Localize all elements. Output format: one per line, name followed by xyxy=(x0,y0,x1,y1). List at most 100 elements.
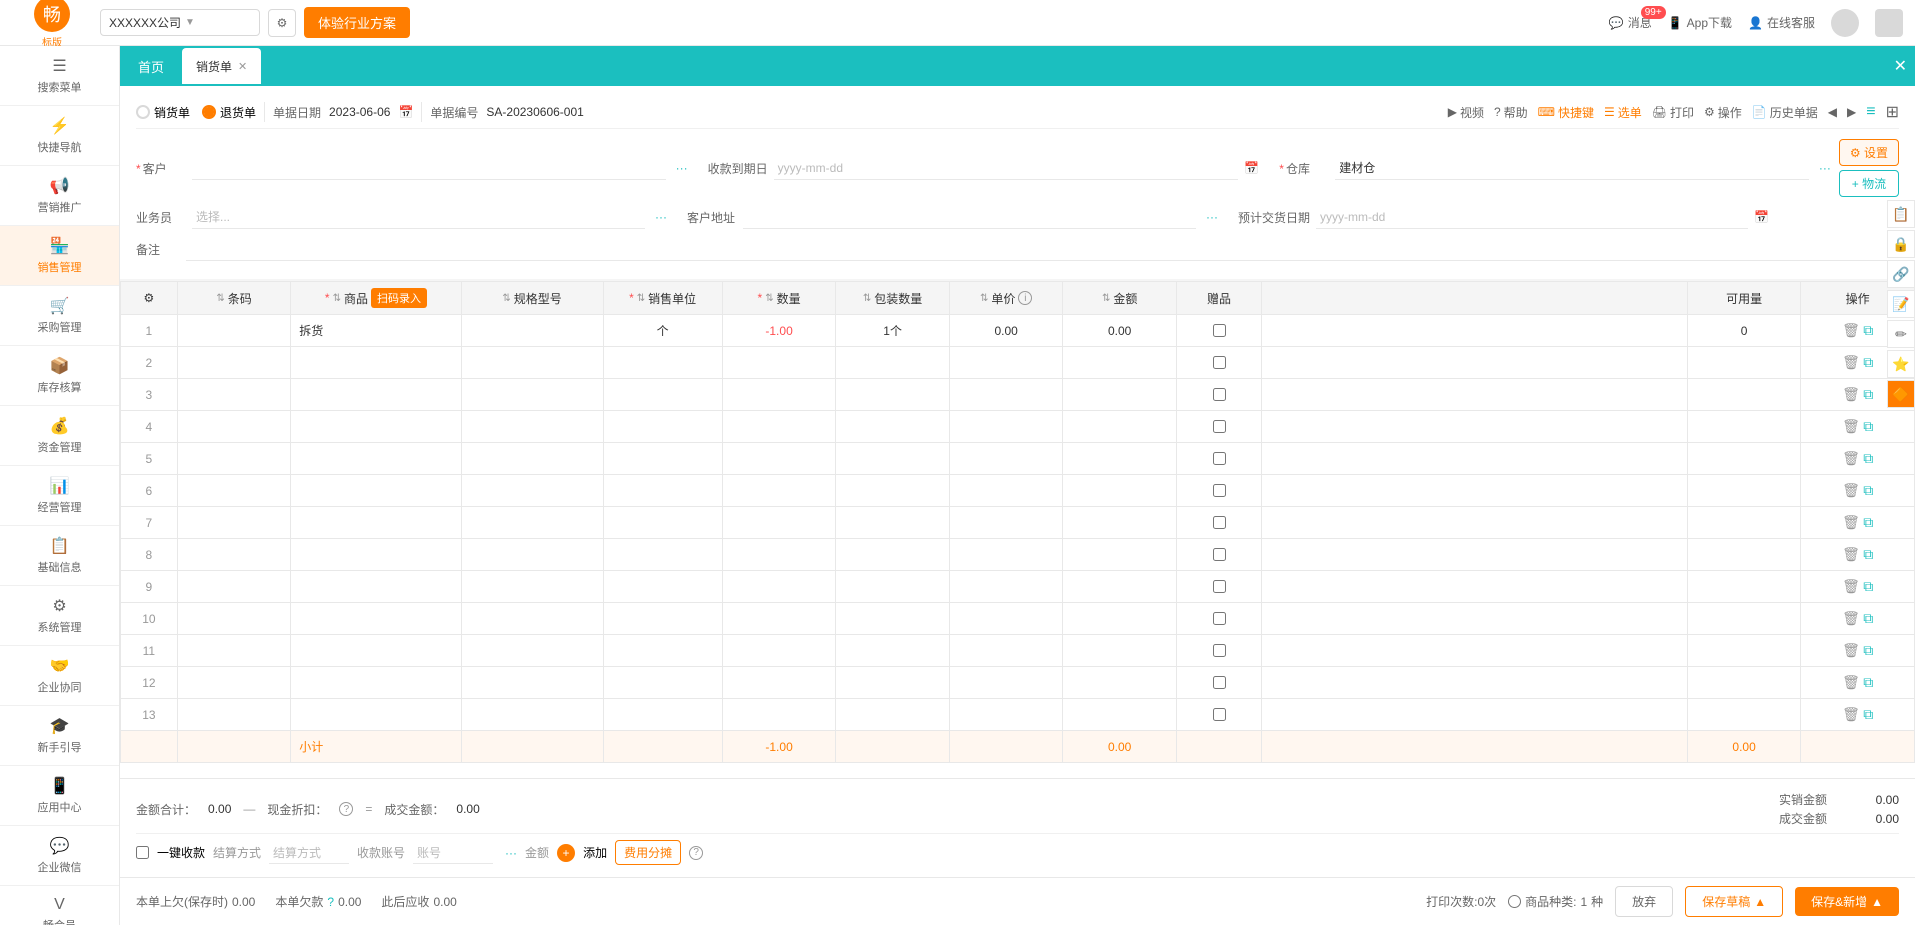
company-selector[interactable]: XXXXXX公司 ▼ xyxy=(100,9,260,36)
cell-spec[interactable] xyxy=(461,315,603,347)
cell-product[interactable] xyxy=(291,507,461,539)
copy-row-icon[interactable]: ⧉ xyxy=(1863,546,1873,562)
gift-checkbox[interactable] xyxy=(1213,580,1226,593)
cell-note[interactable] xyxy=(1262,379,1688,411)
cell-unit[interactable] xyxy=(603,379,722,411)
cell-product[interactable] xyxy=(291,443,461,475)
cell-spec[interactable] xyxy=(461,699,603,731)
tab-home[interactable]: 首页 xyxy=(120,46,182,86)
cell-amount[interactable] xyxy=(1063,507,1177,539)
cell-product[interactable]: 拆货 xyxy=(291,315,461,347)
discard-button[interactable]: 放弃 xyxy=(1615,886,1673,917)
price-info-icon[interactable]: i xyxy=(1018,291,1032,305)
cell-price[interactable] xyxy=(949,539,1063,571)
gift-checkbox[interactable] xyxy=(1213,388,1226,401)
cell-barcode[interactable] xyxy=(177,603,291,635)
cell-barcode[interactable] xyxy=(177,539,291,571)
sidebar-item-collab[interactable]: 🤝 企业协同 xyxy=(0,646,119,706)
toolbar-print-btn[interactable]: 🖨 打印 xyxy=(1652,104,1694,121)
cell-qty[interactable] xyxy=(722,347,836,379)
cell-note[interactable] xyxy=(1262,347,1688,379)
cell-product[interactable] xyxy=(291,347,461,379)
gift-checkbox[interactable] xyxy=(1213,708,1226,721)
cell-spec[interactable] xyxy=(461,635,603,667)
form-logistics-button[interactable]: + 物流 xyxy=(1839,170,1899,197)
cell-gift[interactable] xyxy=(1176,379,1261,411)
expense-info-icon[interactable]: ? xyxy=(689,846,703,860)
expense-split-button[interactable]: 费用分摊 xyxy=(615,840,681,865)
one-click-payment-checkbox[interactable] xyxy=(136,846,149,859)
delete-row-icon[interactable]: 🗑 xyxy=(1842,482,1860,498)
receive-date-input[interactable]: yyyy-mm-dd xyxy=(774,156,1239,180)
cell-product[interactable] xyxy=(291,379,461,411)
cell-note[interactable] xyxy=(1262,507,1688,539)
cell-gift[interactable] xyxy=(1176,315,1261,347)
cell-amount[interactable]: 0.00 xyxy=(1063,315,1177,347)
gift-checkbox[interactable] xyxy=(1213,420,1226,433)
sidebar-item-finance[interactable]: 💰 资金管理 xyxy=(0,406,119,466)
toolbar-view-list[interactable]: ≡ xyxy=(1866,103,1875,121)
cell-spec[interactable] xyxy=(461,507,603,539)
cell-qty[interactable] xyxy=(722,603,836,635)
cell-pack-qty[interactable] xyxy=(836,443,950,475)
delete-row-icon[interactable]: 🗑 xyxy=(1842,418,1860,434)
gift-checkbox[interactable] xyxy=(1213,452,1226,465)
cell-gift[interactable] xyxy=(1176,347,1261,379)
cell-note[interactable] xyxy=(1262,635,1688,667)
sidebar-item-basic[interactable]: 📋 基础信息 xyxy=(0,526,119,586)
cell-barcode[interactable] xyxy=(177,507,291,539)
cell-qty[interactable] xyxy=(722,539,836,571)
cell-price[interactable]: 0.00 xyxy=(949,315,1063,347)
cell-price[interactable] xyxy=(949,475,1063,507)
cell-unit[interactable]: 个 xyxy=(603,315,722,347)
cell-price[interactable] xyxy=(949,667,1063,699)
cell-spec[interactable] xyxy=(461,443,603,475)
delete-row-icon[interactable]: 🗑 xyxy=(1842,354,1860,370)
float-btn-6[interactable]: ⭐ xyxy=(1887,350,1915,378)
toolbar-operation-btn[interactable]: ⚙ 操作 xyxy=(1704,104,1742,121)
cell-unit[interactable] xyxy=(603,539,722,571)
delete-row-icon[interactable]: 🗑 xyxy=(1842,578,1860,594)
avatar[interactable] xyxy=(1831,9,1859,37)
delete-row-icon[interactable]: 🗑 xyxy=(1842,514,1860,530)
settlement-input[interactable]: 结算方式 xyxy=(269,842,349,864)
sort-amount-icon[interactable]: ⇅ xyxy=(1102,293,1110,304)
cell-note[interactable] xyxy=(1262,315,1688,347)
gift-checkbox[interactable] xyxy=(1213,484,1226,497)
sidebar-item-nav[interactable]: ⚡ 快捷导航 xyxy=(0,106,119,166)
cell-unit[interactable] xyxy=(603,667,722,699)
cell-spec[interactable] xyxy=(461,571,603,603)
copy-row-icon[interactable]: ⧉ xyxy=(1863,354,1873,370)
sidebar-item-guide[interactable]: 🎓 新手引导 xyxy=(0,706,119,766)
cell-price[interactable] xyxy=(949,635,1063,667)
cell-product[interactable] xyxy=(291,475,461,507)
gift-checkbox[interactable] xyxy=(1213,612,1226,625)
delete-row-icon[interactable]: 🗑 xyxy=(1842,450,1860,466)
table-gear-icon[interactable]: ⚙ xyxy=(144,291,155,305)
cell-gift[interactable] xyxy=(1176,539,1261,571)
expected-date-calendar-icon[interactable]: 📅 xyxy=(1754,210,1769,224)
cell-spec[interactable] xyxy=(461,667,603,699)
cell-qty[interactable] xyxy=(722,443,836,475)
cell-gift[interactable] xyxy=(1176,475,1261,507)
cell-product[interactable] xyxy=(291,603,461,635)
cell-pack-qty[interactable] xyxy=(836,571,950,603)
cell-note[interactable] xyxy=(1262,539,1688,571)
gift-checkbox[interactable] xyxy=(1213,676,1226,689)
cell-product[interactable] xyxy=(291,699,461,731)
gift-checkbox[interactable] xyxy=(1213,548,1226,561)
cell-spec[interactable] xyxy=(461,539,603,571)
float-btn-1[interactable]: 📋 xyxy=(1887,200,1915,228)
float-btn-orange[interactable]: 🔶 xyxy=(1887,380,1915,408)
radio-sales-order[interactable]: 销货单 xyxy=(136,104,190,121)
product-type-radio[interactable] xyxy=(1508,895,1521,908)
close-all-tabs[interactable]: ✕ xyxy=(1894,56,1907,76)
toolbar-nav-prev[interactable]: ◀ xyxy=(1828,105,1837,119)
cell-note[interactable] xyxy=(1262,603,1688,635)
form-settings-button[interactable]: ⚙ 设置 xyxy=(1839,139,1899,166)
cell-unit[interactable] xyxy=(603,699,722,731)
cell-qty[interactable]: -1.00 xyxy=(722,315,836,347)
save-new-button[interactable]: 保存&新增 ▲ xyxy=(1795,887,1899,916)
cell-unit[interactable] xyxy=(603,475,722,507)
cell-barcode[interactable] xyxy=(177,347,291,379)
